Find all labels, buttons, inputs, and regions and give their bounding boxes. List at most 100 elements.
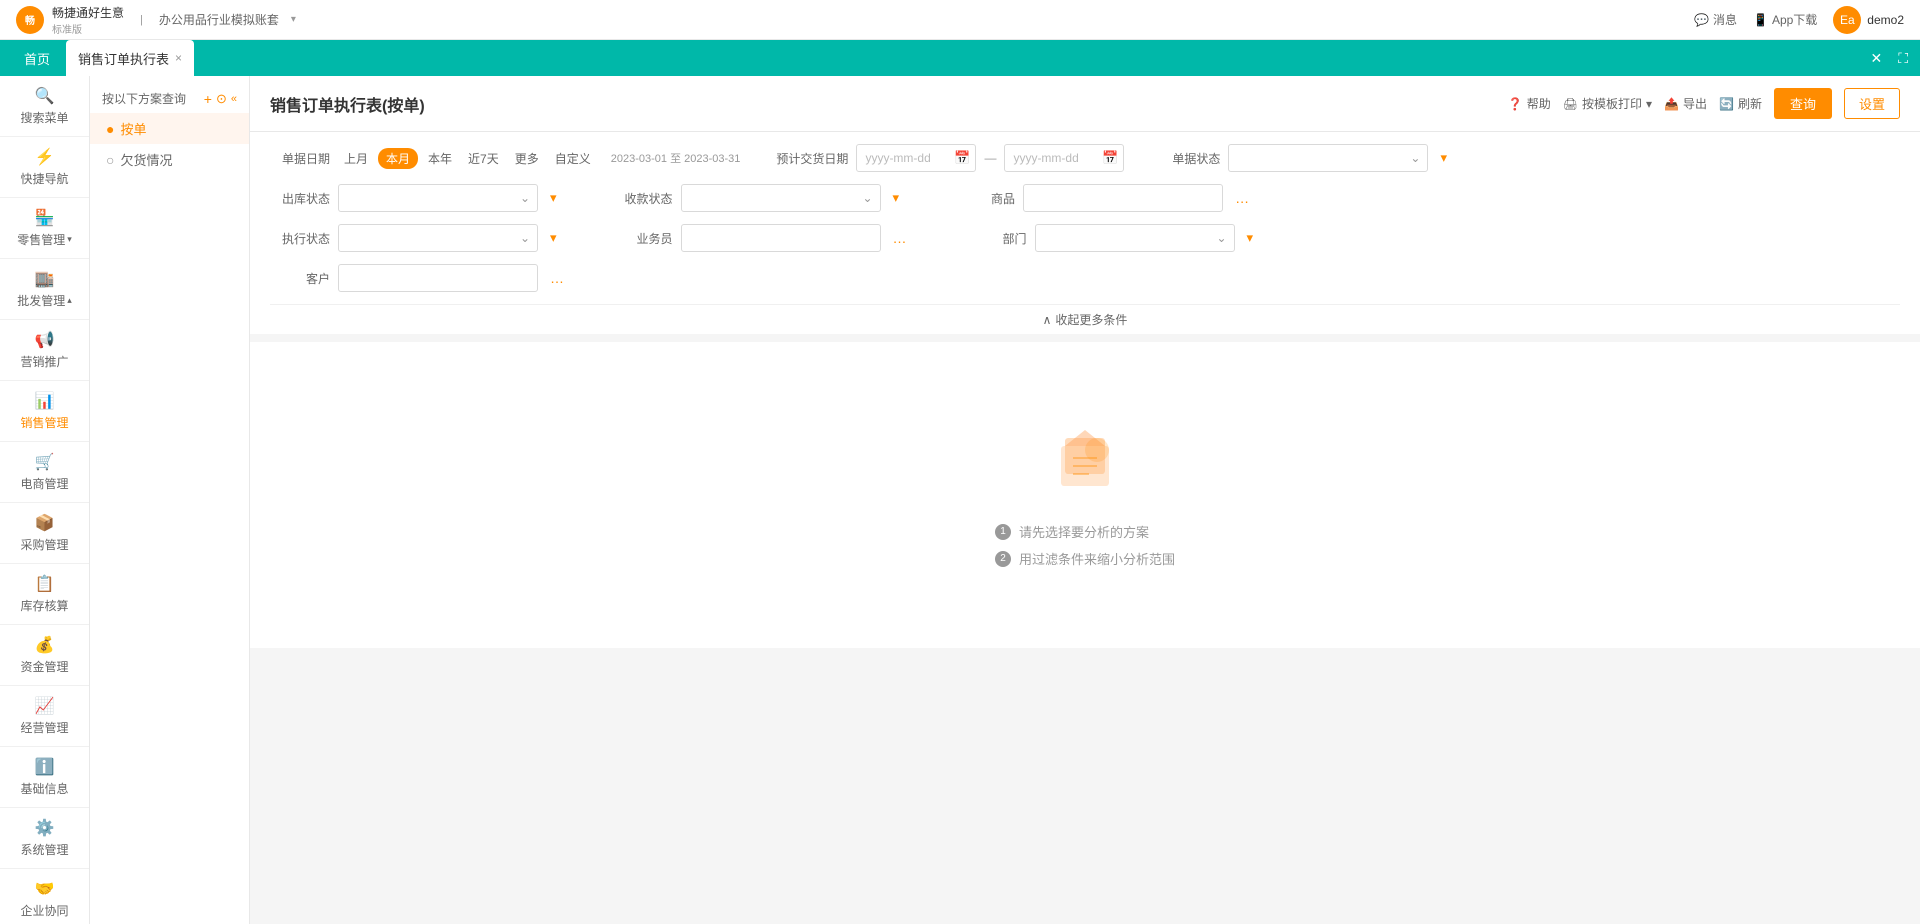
operation-icon: 📈	[35, 696, 55, 716]
goods-input[interactable]	[1023, 184, 1223, 212]
sidebar-item-quick-nav[interactable]: ⚡ 快捷导航	[0, 137, 89, 198]
page-title: 销售订单执行表(按单)	[270, 92, 425, 116]
left-panel-item-debt[interactable]: ○ 欠货情况	[90, 144, 249, 175]
sidebar-item-retail[interactable]: 🏪 零售管理 ▾	[0, 198, 89, 259]
exec-status-select[interactable]	[338, 224, 538, 252]
sidebar-item-enterprise[interactable]: 🤝 企业协同	[0, 869, 89, 924]
app-icon: 📱	[1753, 13, 1768, 27]
user-name: demo2	[1867, 13, 1904, 27]
tip-num-1: 1	[995, 524, 1011, 540]
empty-tip-1: 1 请先选择要分析的方案	[995, 522, 1175, 541]
sidebar-item-operation[interactable]: 📈 经营管理	[0, 686, 89, 747]
main-layout: 🔍 搜索菜单 ⚡ 快捷导航 🏪 零售管理 ▾ 🏬 批发管理 ▴ 📢 营销推广	[0, 76, 1920, 924]
refresh-button[interactable]: 🔄 刷新	[1719, 95, 1762, 112]
collection-dropdown-icon[interactable]: ▾	[893, 190, 900, 206]
print-button[interactable]: 🖨 按模板打印 ▾	[1563, 95, 1652, 112]
export-button[interactable]: 📤 导出	[1664, 95, 1707, 112]
tab-close-icon[interactable]: ×	[175, 51, 182, 65]
date-filter-group: 单据日期 上月 本月 本年 近7天 更多 自定义 2023-03-01 至 20…	[270, 148, 740, 169]
app-download-action[interactable]: 📱 App下载	[1753, 11, 1817, 28]
filter-row-1: 单据日期 上月 本月 本年 近7天 更多 自定义 2023-03-01 至 20…	[270, 144, 1900, 172]
status-dropdown-icon[interactable]: ▾	[1440, 150, 1447, 166]
left-panel-add-icon[interactable]: +	[204, 91, 212, 107]
status-select-wrapper	[1228, 144, 1428, 172]
header-path: 办公用品行业模拟账套	[159, 11, 279, 28]
dept-dropdown-icon[interactable]: ▾	[1247, 230, 1254, 246]
sidebar-item-basic[interactable]: ℹ️ 基础信息	[0, 747, 89, 808]
tab-minimize-icon[interactable]: ✕	[1866, 50, 1886, 67]
goods-more-icon[interactable]: …	[1231, 190, 1253, 206]
dept-label: 部门	[967, 230, 1027, 247]
collection-select[interactable]	[681, 184, 881, 212]
left-panel-item-order[interactable]: ● 按单	[90, 113, 249, 144]
order-icon: ●	[106, 121, 114, 137]
search-icon: 🔍	[35, 86, 55, 106]
sidebar-item-sales[interactable]: 📊 销售管理	[0, 381, 89, 442]
user-avatar: Ea	[1833, 6, 1861, 34]
debt-icon: ○	[106, 152, 114, 168]
path-dropdown-icon[interactable]: ▾	[291, 14, 296, 25]
salesperson-more-icon[interactable]: …	[889, 230, 911, 246]
help-button[interactable]: ❓ 帮助	[1508, 95, 1551, 112]
tab-home[interactable]: 首页	[8, 40, 66, 76]
end-calendar-icon[interactable]: 📅	[1102, 150, 1118, 166]
quick-nav-icon: ⚡	[35, 147, 55, 167]
header-left: 畅 畅捷通好生意 标准版 | 办公用品行业模拟账套 ▾	[16, 4, 296, 36]
tab-sales-order[interactable]: 销售订单执行表 ×	[66, 40, 194, 76]
sidebar-item-finance[interactable]: 💰 资金管理	[0, 625, 89, 686]
settings-button[interactable]: 设置	[1844, 88, 1900, 119]
user-info[interactable]: Ea demo2	[1833, 6, 1904, 34]
sidebar-item-purchase[interactable]: 📦 采购管理	[0, 503, 89, 564]
left-panel-settings-icon[interactable]: ⊙	[216, 91, 227, 107]
sidebar-item-wholesale[interactable]: 🏬 批发管理 ▴	[0, 259, 89, 320]
tab-expand-icon[interactable]: ⛶	[1894, 50, 1912, 67]
sidebar-item-system[interactable]: ⚙️ 系统管理	[0, 808, 89, 869]
main-content: 销售订单执行表(按单) ❓ 帮助 🖨 按模板打印 ▾ 📤 导出 🔄 刷新	[250, 76, 1920, 924]
exec-status-dropdown-icon[interactable]: ▾	[550, 230, 557, 246]
start-calendar-icon[interactable]: 📅	[954, 150, 970, 166]
purchase-icon: 📦	[35, 513, 55, 533]
status-filter-group: 单据状态 ▾	[1160, 144, 1447, 172]
outbound-select[interactable]	[338, 184, 538, 212]
sidebar-item-search-menu[interactable]: 🔍 搜索菜单	[0, 76, 89, 137]
left-panel-collapse-icon[interactable]: «	[231, 93, 237, 105]
filter-row-4: 客户 …	[270, 264, 1900, 292]
dept-select[interactable]	[1035, 224, 1235, 252]
salesperson-group: 业务员 …	[613, 224, 911, 252]
goods-group: 商品 …	[955, 184, 1253, 212]
inventory-icon: 📋	[35, 574, 55, 594]
date-option-last-month[interactable]: 上月	[338, 148, 374, 169]
customer-group: 客户 …	[270, 264, 568, 292]
finance-icon: 💰	[35, 635, 55, 655]
brand-name: 畅捷通好生意	[52, 4, 124, 21]
sales-icon: 📊	[35, 391, 55, 411]
customer-input[interactable]	[338, 264, 538, 292]
date-option-this-year[interactable]: 本年	[422, 148, 458, 169]
marketing-icon: 📢	[35, 330, 55, 350]
empty-tips: 1 请先选择要分析的方案 2 用过滤条件来缩小分析范围	[995, 522, 1175, 568]
print-icon: 🖨	[1563, 97, 1578, 111]
outbound-dropdown-icon[interactable]: ▾	[550, 190, 557, 206]
left-panel-header: 按以下方案查询 + ⊙ «	[90, 84, 249, 113]
status-select[interactable]	[1228, 144, 1428, 172]
search-button[interactable]: 查询	[1774, 88, 1832, 119]
date-option-this-month[interactable]: 本月	[378, 148, 418, 169]
sidebar-item-inventory[interactable]: 📋 库存核算	[0, 564, 89, 625]
tab-bar-actions: ✕ ⛶	[1866, 50, 1912, 67]
refresh-icon: 🔄	[1719, 97, 1734, 111]
salesperson-input[interactable]	[681, 224, 881, 252]
sidebar: 🔍 搜索菜单 ⚡ 快捷导航 🏪 零售管理 ▾ 🏬 批发管理 ▴ 📢 营销推广	[0, 76, 90, 924]
expected-end-date: 📅	[1004, 144, 1124, 172]
date-option-more[interactable]: 更多	[509, 148, 545, 169]
goods-label: 商品	[955, 190, 1015, 207]
message-action[interactable]: 💬 消息	[1694, 11, 1737, 28]
dept-group: 部门 ▾	[967, 224, 1254, 252]
date-option-7days[interactable]: 近7天	[462, 148, 505, 169]
sidebar-item-ecommerce[interactable]: 🛒 电商管理	[0, 442, 89, 503]
sidebar-item-marketing[interactable]: 📢 营销推广	[0, 320, 89, 381]
collapse-button[interactable]: ∧ 收起更多条件	[270, 304, 1900, 334]
customer-more-icon[interactable]: …	[546, 270, 568, 286]
ecommerce-icon: 🛒	[35, 452, 55, 472]
date-option-custom[interactable]: 自定义	[549, 148, 597, 169]
filter-row-3: 执行状态 ▾ 业务员 … 部门	[270, 224, 1900, 252]
